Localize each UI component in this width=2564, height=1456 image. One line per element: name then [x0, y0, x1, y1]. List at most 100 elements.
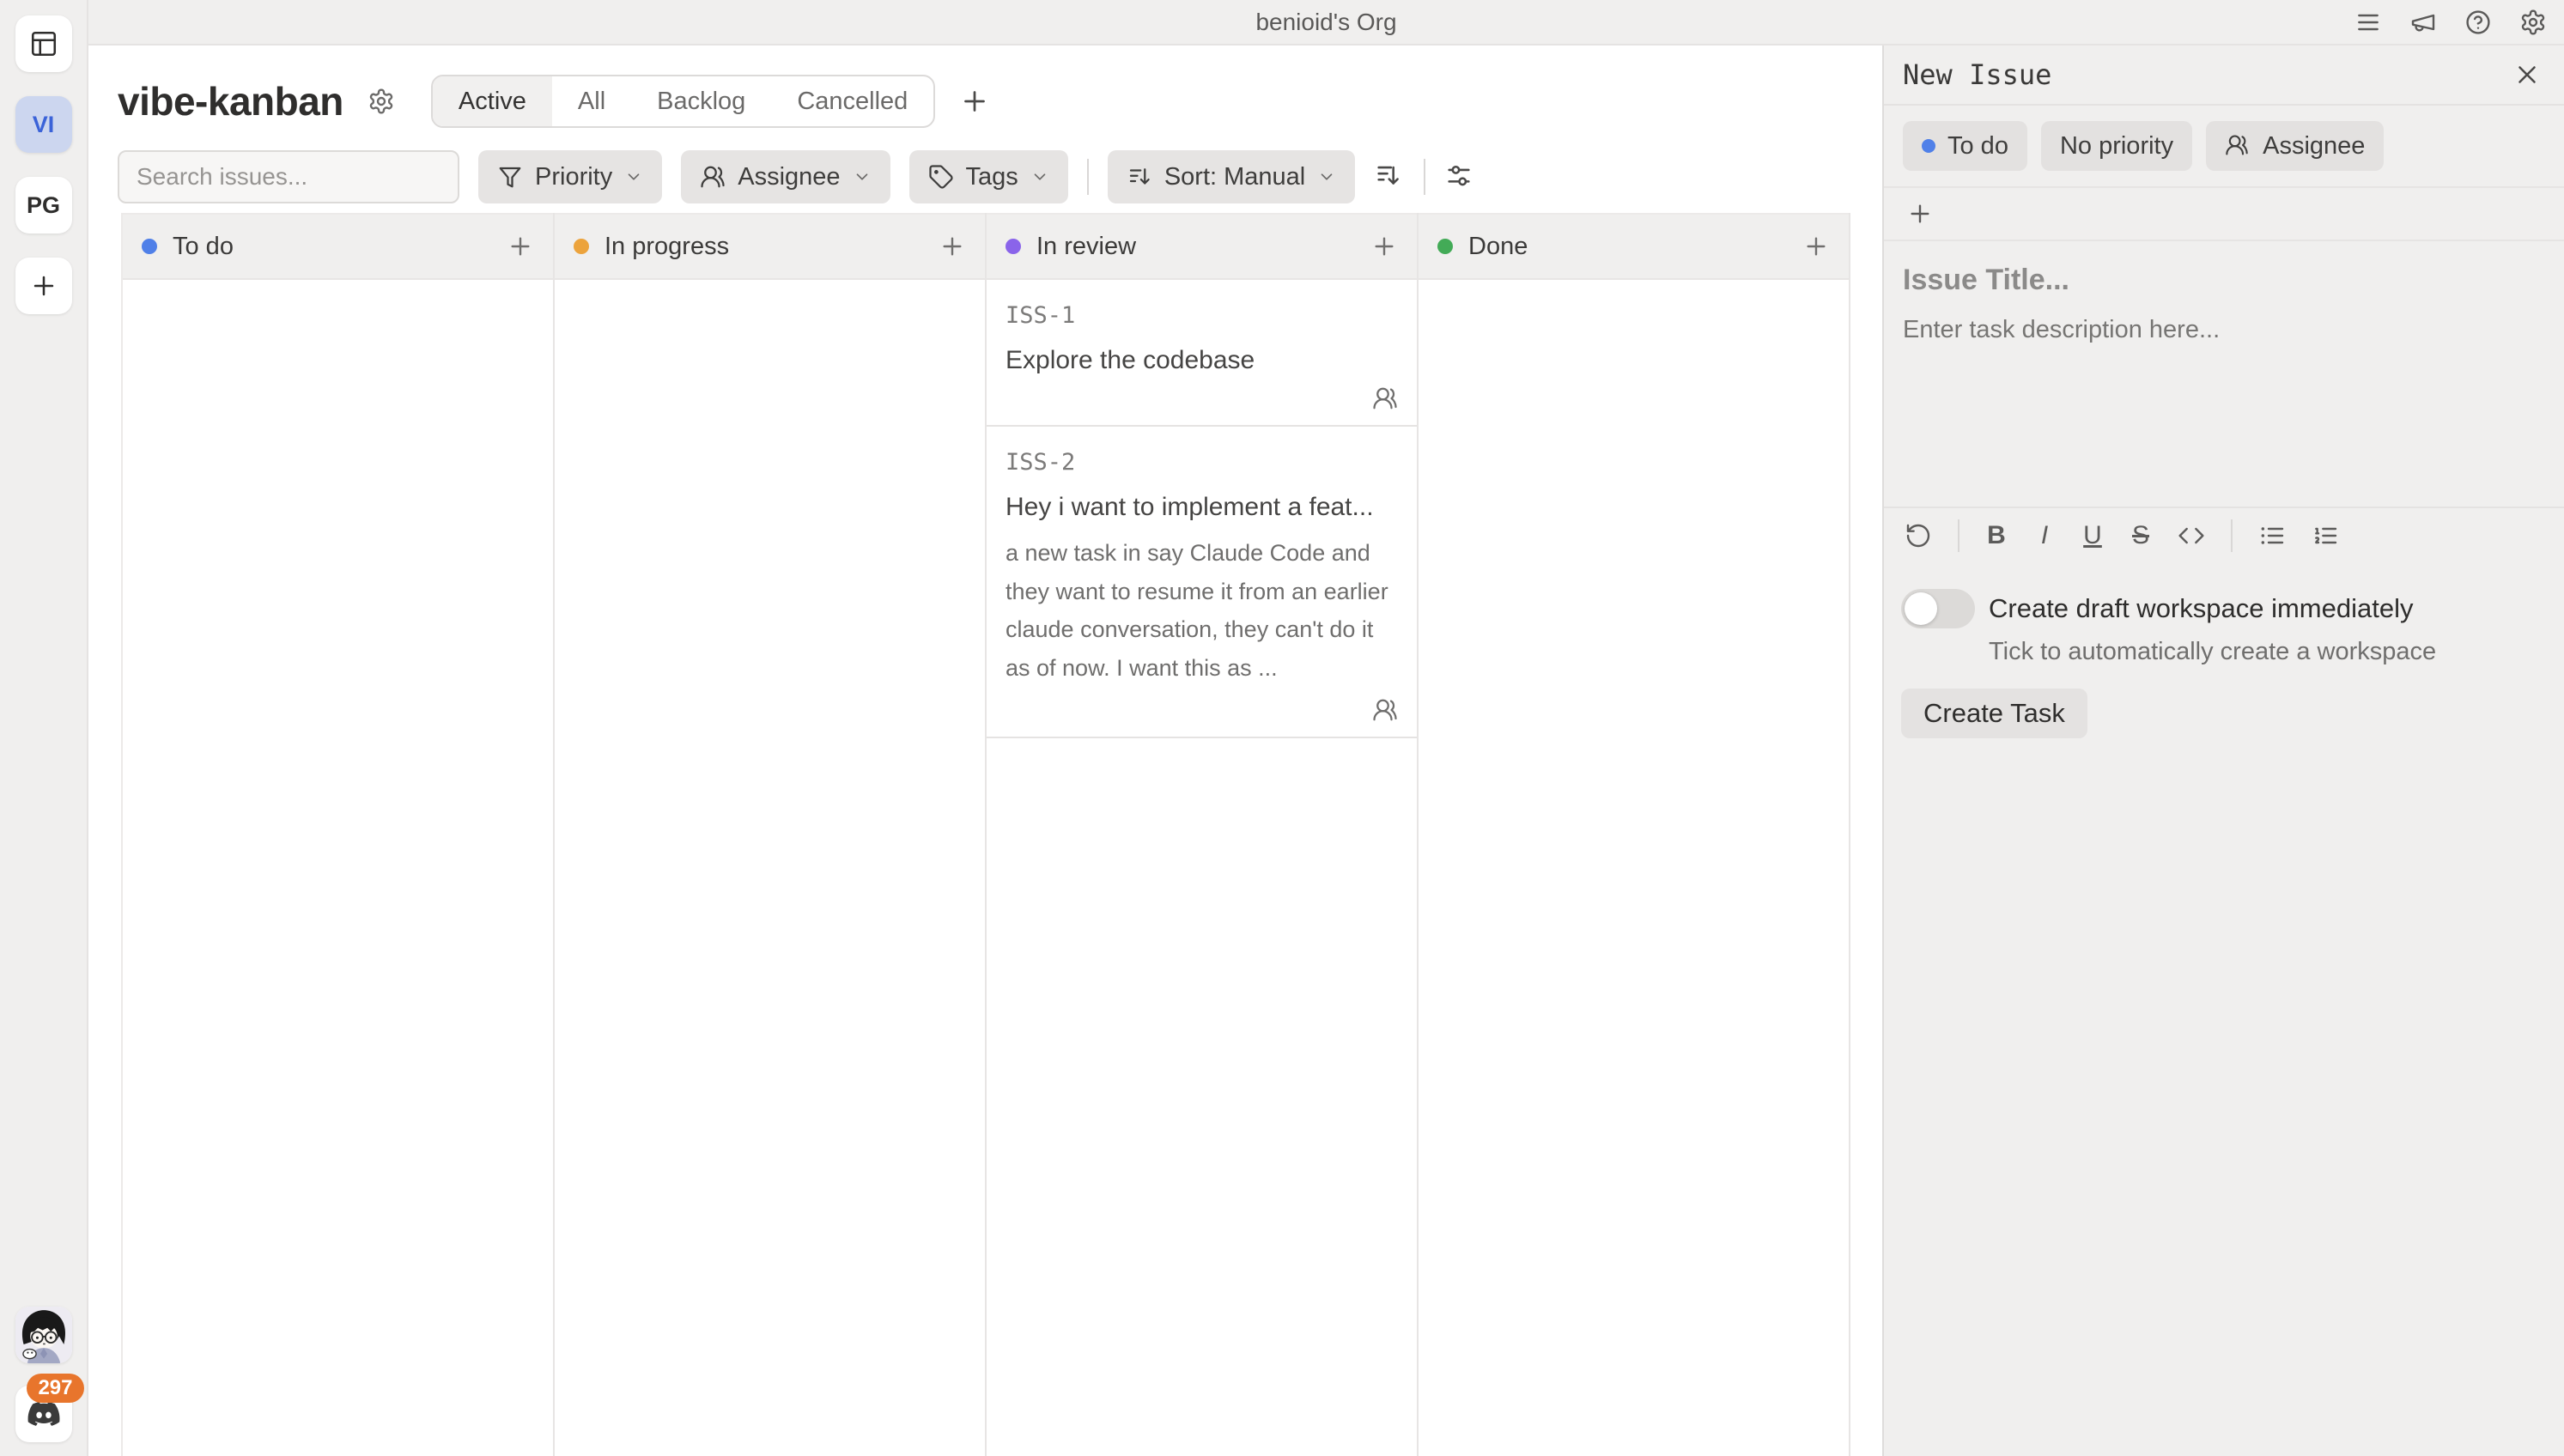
assignees-icon: [1372, 385, 1398, 411]
plus-icon: [29, 271, 58, 300]
menu-icon[interactable]: [2354, 9, 2382, 36]
underline-button[interactable]: U: [2081, 521, 2104, 550]
strikethrough-button[interactable]: S: [2130, 521, 2152, 550]
issue-card-iss-1[interactable]: ISS-1 Explore the codebase: [987, 280, 1417, 427]
status-dot: [1437, 239, 1453, 254]
undo-icon[interactable]: [1905, 522, 1932, 549]
priority-filter-label: Priority: [535, 163, 612, 191]
chevron-down-icon: [853, 167, 872, 186]
view-tabs: Active All Backlog Cancelled: [431, 75, 935, 128]
tab-active[interactable]: Active: [433, 76, 552, 126]
create-task-button[interactable]: Create Task: [1901, 689, 2087, 738]
tab-backlog[interactable]: Backlog: [631, 76, 771, 126]
card-footer: [1006, 385, 1398, 411]
avatar-illustration: [15, 1307, 72, 1363]
issue-title: Explore the codebase: [1006, 346, 1398, 375]
add-property-button[interactable]: [1906, 200, 2542, 228]
sort-direction-button[interactable]: [1374, 161, 1405, 192]
layout-panels-button[interactable]: [15, 15, 72, 72]
new-issue-panel: New Issue To do No priority Assignee: [1882, 46, 2564, 1456]
draft-workspace-toggle[interactable]: [1901, 589, 1975, 628]
issue-id: ISS-1: [1006, 302, 1398, 329]
add-card-button[interactable]: [507, 233, 534, 260]
code-icon[interactable]: [2178, 522, 2205, 549]
draft-workspace-toggle-row: Create draft workspace immediately Tick …: [1901, 589, 2545, 666]
chevron-down-icon: [1030, 167, 1049, 186]
funnel-icon: [497, 164, 523, 190]
column-in-review-body: ISS-1 Explore the codebase ISS-2 Hey i w…: [987, 280, 1417, 1456]
filter-row: Priority Assignee Tags: [118, 150, 1882, 203]
column-todo-header: To do: [123, 213, 553, 280]
workspace-vi-label: VI: [33, 112, 55, 138]
tab-cancelled[interactable]: Cancelled: [771, 76, 933, 126]
editor-toolbar: B I U S: [1884, 507, 2564, 563]
toggle-hint: Tick to automatically create a workspace: [1989, 638, 2436, 666]
assignee-chip-label: Assignee: [2263, 132, 2365, 161]
column-done: Done: [1419, 213, 1850, 1456]
discord-notification-badge: 297: [27, 1374, 83, 1403]
left-rail: VI PG: [0, 0, 88, 1456]
italic-button[interactable]: I: [2033, 521, 2056, 550]
workspace-pg-button[interactable]: PG: [15, 177, 72, 234]
column-name: Done: [1468, 233, 1528, 261]
toggle-knob: [1905, 592, 1937, 625]
settings-gear-icon[interactable]: [2519, 9, 2547, 36]
topbar-icon-group: [2354, 9, 2564, 36]
sort-label: Sort: Manual: [1164, 163, 1305, 191]
add-card-button[interactable]: [939, 233, 966, 260]
bullet-list-icon[interactable]: [2258, 522, 2286, 549]
tags-filter-label: Tags: [966, 163, 1018, 191]
megaphone-icon[interactable]: [2409, 9, 2437, 36]
add-workspace-button[interactable]: [15, 258, 72, 314]
bold-button[interactable]: B: [1985, 521, 2008, 550]
status-dot: [1922, 139, 1935, 153]
issue-description-input[interactable]: [1884, 297, 2564, 507]
issue-card-iss-2[interactable]: ISS-2 Hey i want to implement a feat... …: [987, 427, 1417, 738]
chevron-down-icon: [1317, 167, 1336, 186]
status-chip[interactable]: To do: [1903, 121, 2027, 171]
priority-filter-button[interactable]: Priority: [478, 150, 662, 203]
divider: [1958, 519, 1959, 552]
issue-title: Hey i want to implement a feat...: [1006, 493, 1398, 522]
add-card-button[interactable]: [1802, 233, 1830, 260]
tags-filter-button[interactable]: Tags: [909, 150, 1068, 203]
assignee-filter-button[interactable]: Assignee: [681, 150, 890, 203]
status-dot: [574, 239, 589, 254]
help-icon[interactable]: [2464, 9, 2492, 36]
search-input[interactable]: [118, 150, 459, 203]
tab-all[interactable]: All: [552, 76, 631, 126]
discord-launcher: 297: [15, 1386, 72, 1442]
toggle-text-group: Create draft workspace immediately Tick …: [1989, 589, 2436, 666]
issue-description: a new task in say Claude Code and they w…: [1006, 534, 1398, 687]
numbered-list-icon[interactable]: [2312, 522, 2339, 549]
column-name: In review: [1036, 233, 1136, 261]
assignee-chip[interactable]: Assignee: [2206, 121, 2384, 171]
column-in-progress-header: In progress: [555, 213, 985, 280]
tag-icon: [928, 164, 954, 190]
priority-chip[interactable]: No priority: [2041, 121, 2192, 171]
project-settings-gear-icon[interactable]: [368, 88, 395, 115]
assignees-icon: [1372, 697, 1398, 723]
workspace-pg-label: PG: [27, 192, 60, 219]
status-dot: [1006, 239, 1021, 254]
column-name: To do: [173, 233, 234, 261]
column-done-header: Done: [1419, 213, 1849, 280]
close-icon[interactable]: [2512, 60, 2542, 89]
status-dot: [142, 239, 157, 254]
issue-title-input[interactable]: [1884, 241, 2564, 297]
sort-button[interactable]: Sort: Manual: [1108, 150, 1355, 203]
users-icon: [700, 164, 726, 190]
user-avatar[interactable]: [15, 1307, 72, 1363]
panel-header: New Issue: [1884, 46, 2564, 106]
column-name: In progress: [605, 233, 729, 261]
workspace-vi-button[interactable]: VI: [15, 96, 72, 153]
column-in-progress-body: [555, 280, 985, 1456]
panels-layout-icon: [29, 29, 58, 58]
kanban-board: To do In progress In review: [121, 213, 1850, 1456]
add-view-button[interactable]: [959, 86, 990, 117]
add-card-button[interactable]: [1370, 233, 1398, 260]
divider: [2231, 519, 2233, 552]
column-done-body: [1419, 280, 1849, 1456]
page-title: vibe-kanban: [118, 78, 343, 124]
display-options-button[interactable]: [1444, 161, 1475, 192]
